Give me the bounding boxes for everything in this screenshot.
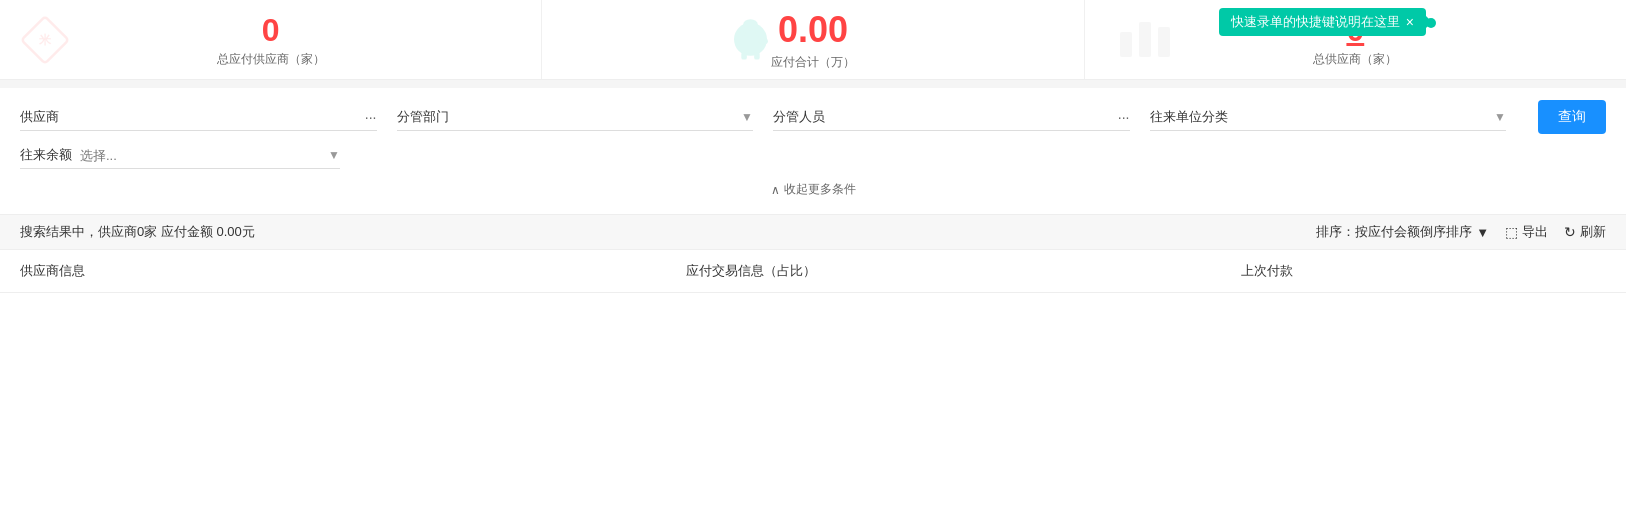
person-label: 分管人员: [773, 108, 825, 126]
department-input[interactable]: [457, 109, 742, 124]
diamond-icon: 米: [20, 15, 70, 65]
results-info: 搜索结果中，供应商0家 应付金额 0.00元: [20, 223, 255, 241]
export-button[interactable]: ⬚ 导出: [1505, 223, 1548, 241]
supplier-label: 供应商: [20, 108, 59, 126]
balance-filter: 往来余额 ▼: [20, 142, 340, 169]
svg-text:米: 米: [38, 33, 52, 46]
department-filter: 分管部门 ▼: [397, 104, 754, 131]
payable-total-label: 应付合计（万）: [771, 54, 855, 71]
tooltip-close-button[interactable]: ×: [1406, 14, 1414, 30]
results-bar: 搜索结果中，供应商0家 应付金额 0.00元 排序：按应付会额倒序排序 ▼ ⬚ …: [0, 215, 1626, 250]
results-actions: 排序：按应付会额倒序排序 ▼ ⬚ 导出 ↻ 刷新: [1316, 223, 1606, 241]
refresh-button[interactable]: ↻ 刷新: [1564, 223, 1606, 241]
svg-rect-9: [1120, 32, 1132, 57]
col-last-payment-header: 上次付款: [1241, 262, 1606, 280]
unit-filter: 往来单位分类 ▼: [1150, 104, 1507, 131]
chart-icon: [1115, 12, 1175, 62]
export-icon: ⬚: [1505, 224, 1518, 240]
sort-label: 排序：按应付会额倒序排序: [1316, 223, 1472, 241]
unit-label: 往来单位分类: [1150, 108, 1228, 126]
department-label: 分管部门: [397, 108, 449, 126]
person-input[interactable]: [833, 109, 1118, 124]
filter-row-2: 往来余额 ▼: [20, 142, 340, 169]
svg-rect-7: [754, 52, 760, 59]
balance-input[interactable]: [80, 148, 328, 163]
summary-item-payable-suppliers: 米 0 总应付供应商（家）: [0, 0, 542, 79]
department-dropdown-icon[interactable]: ▼: [741, 110, 753, 124]
supplier-input[interactable]: [67, 109, 365, 124]
sort-dropdown[interactable]: 排序：按应付会额倒序排序 ▼: [1316, 223, 1489, 241]
col-transaction-info-header: 应付交易信息（占比）: [686, 262, 1241, 280]
table-header: 供应商信息 应付交易信息（占比） 上次付款: [0, 250, 1626, 293]
svg-point-5: [755, 31, 761, 37]
svg-point-3: [740, 31, 746, 37]
svg-rect-11: [1158, 27, 1170, 57]
summary-item-payable-total: 0.00 应付合计（万）: [542, 0, 1084, 79]
collapse-label: 收起更多条件: [784, 181, 856, 198]
svg-point-8: [759, 38, 768, 45]
collapse-row: ∧ 收起更多条件: [20, 177, 1606, 206]
payable-suppliers-label: 总应付供应商（家）: [217, 51, 325, 68]
balance-label: 往来余额: [20, 146, 72, 164]
unit-dropdown-icon[interactable]: ▼: [1494, 110, 1506, 124]
payable-total-number: 0.00: [778, 8, 848, 51]
balance-dropdown-icon[interactable]: ▼: [328, 148, 340, 162]
pig-icon: [723, 10, 778, 65]
svg-point-4: [743, 19, 758, 30]
person-dots-icon[interactable]: ···: [1118, 109, 1130, 125]
refresh-icon: ↻: [1564, 224, 1576, 240]
unit-input[interactable]: [1236, 109, 1495, 124]
query-button[interactable]: 查询: [1538, 100, 1606, 134]
summary-bar: 米 0 总应付供应商（家） 0.00 应付合计（万） 快速录单的快捷键说明在这里…: [0, 0, 1626, 80]
tooltip-bubble: 快速录单的快捷键说明在这里 ×: [1219, 8, 1426, 36]
svg-rect-6: [741, 52, 747, 59]
collapse-up-icon: ∧: [771, 183, 780, 197]
content-area: [0, 293, 1626, 515]
payable-suppliers-number: 0: [262, 11, 280, 49]
supplier-filter: 供应商 ···: [20, 104, 377, 131]
supplier-dots-icon[interactable]: ···: [365, 109, 377, 125]
filter-area: 供应商 ··· 分管部门 ▼ 分管人员 ··· 往来单位分类 ▼ 查询 往来余额: [0, 88, 1626, 215]
tooltip-text: 快速录单的快捷键说明在这里: [1231, 13, 1400, 31]
export-label: 导出: [1522, 223, 1548, 241]
col-supplier-info-header: 供应商信息: [20, 262, 686, 280]
refresh-label: 刷新: [1580, 223, 1606, 241]
sort-chevron-icon: ▼: [1476, 225, 1489, 240]
total-suppliers-label: 总供应商（家）: [1313, 51, 1397, 68]
person-filter: 分管人员 ···: [773, 104, 1130, 131]
summary-item-total-suppliers: 快速录单的快捷键说明在这里 × 0 总供应商（家）: [1085, 0, 1626, 79]
collapse-button[interactable]: ∧ 收起更多条件: [771, 181, 856, 198]
filter-row-1: 供应商 ··· 分管部门 ▼ 分管人员 ··· 往来单位分类 ▼ 查询: [20, 100, 1606, 134]
svg-rect-10: [1139, 22, 1151, 57]
